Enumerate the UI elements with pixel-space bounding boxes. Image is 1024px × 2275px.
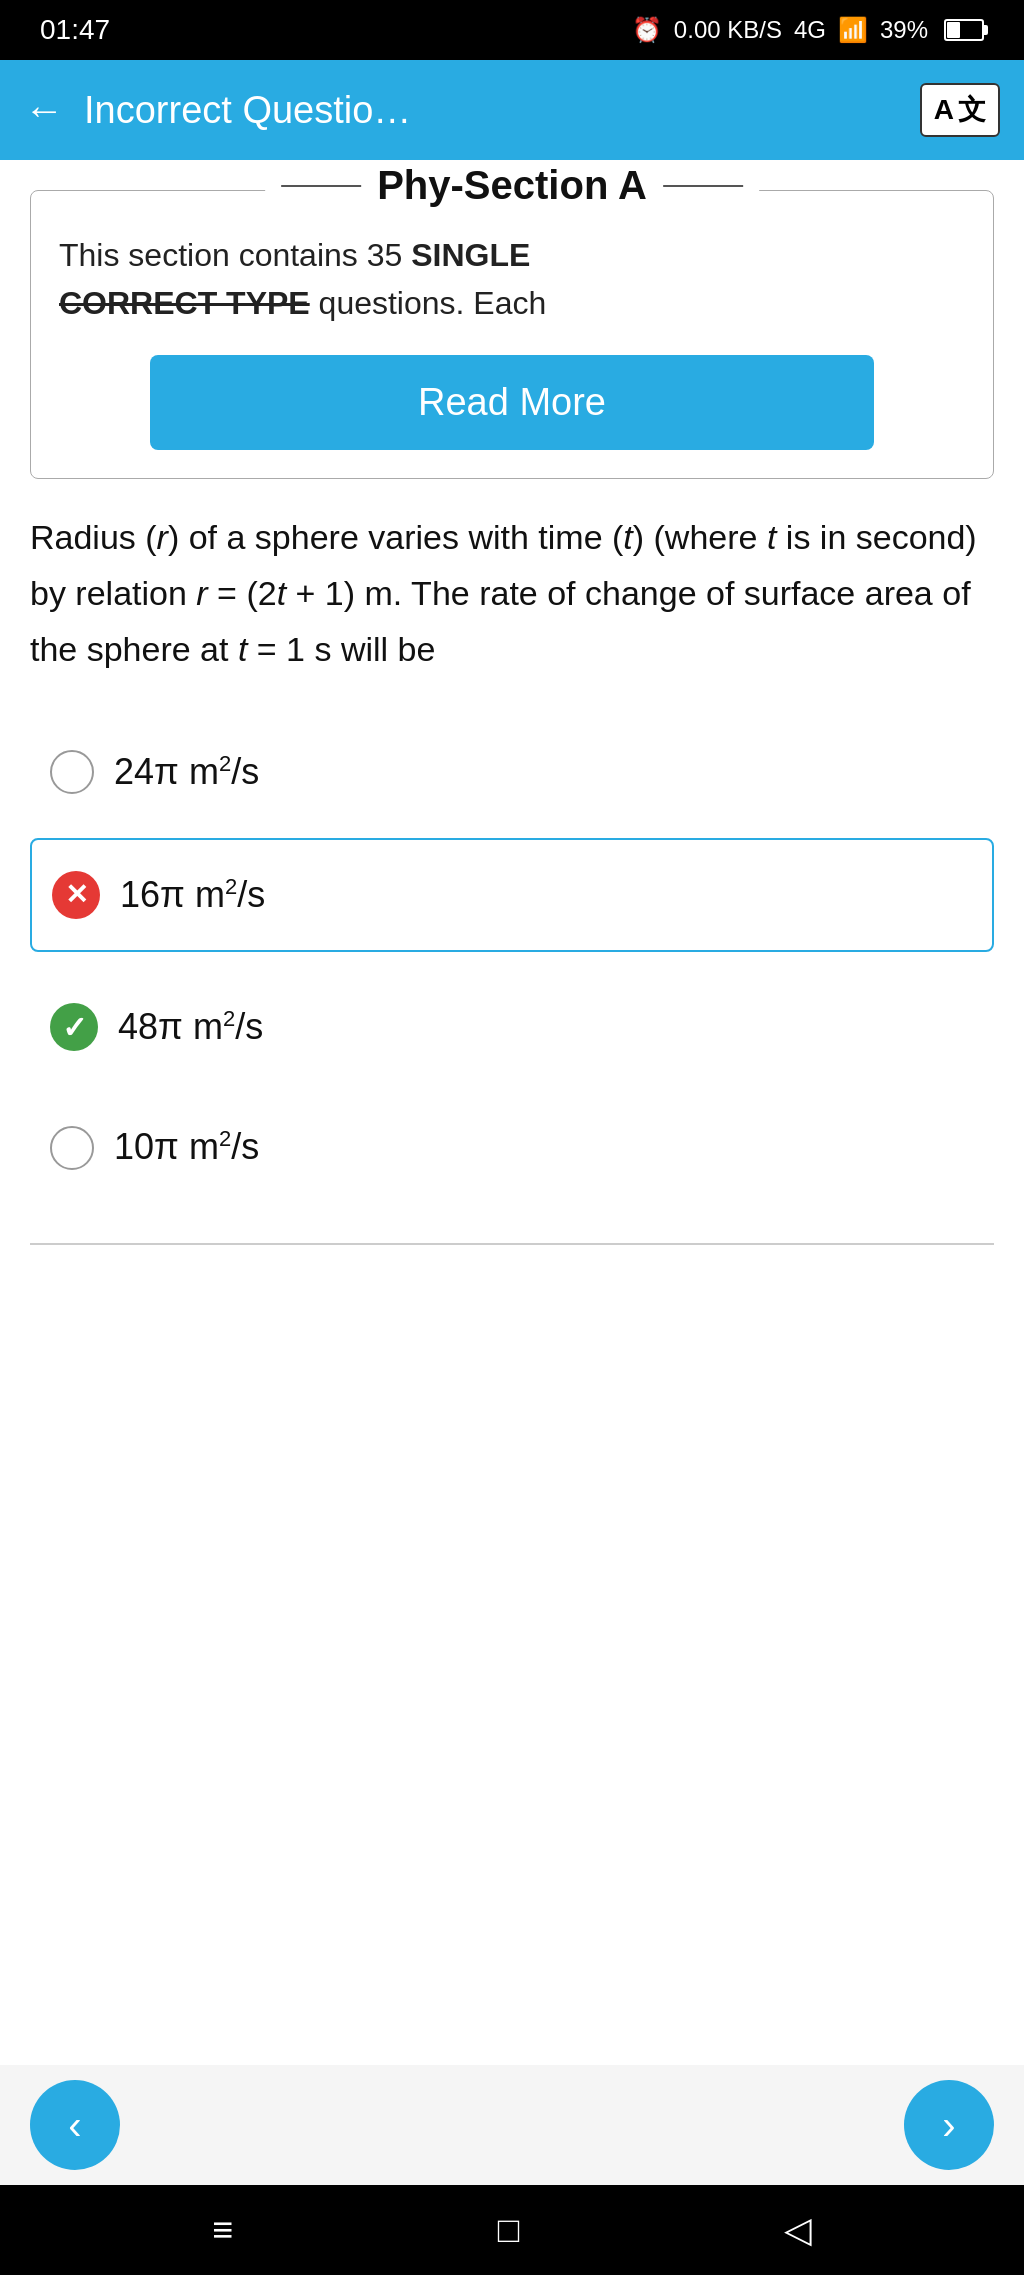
options-container: 24π m2/s 16π m2/s 48π m2/s 10π m2/s	[30, 717, 994, 1203]
home-icon[interactable]: □	[498, 2209, 520, 2251]
status-bar: 01:47 ⏰ 0.00 KB/S 4G 📶 39%	[0, 0, 1024, 60]
network-type: 4G	[794, 16, 826, 44]
question-text: Radius (r) of a sphere varies with time …	[30, 509, 994, 677]
back-icon[interactable]: ◁	[784, 2209, 812, 2251]
radio-a	[50, 750, 94, 794]
section-title-wrapper: Phy-Section A	[265, 163, 759, 208]
bottom-divider	[30, 1243, 994, 1245]
nav-footer: ‹ ›	[0, 2065, 1024, 2185]
back-button[interactable]: ←	[24, 88, 64, 133]
desc-part2: questions. Each	[319, 285, 547, 321]
radio-d	[50, 1126, 94, 1170]
title-line-right	[663, 185, 743, 187]
title-line-left	[281, 185, 361, 187]
menu-icon[interactable]: ≡	[212, 2209, 233, 2251]
status-right: ⏰ 0.00 KB/S 4G 📶 39%	[632, 16, 984, 44]
next-button[interactable]: ›	[904, 2080, 994, 2170]
translate-zh: 文	[958, 91, 986, 129]
section-box: Phy-Section A This section contains 35 S…	[30, 190, 994, 479]
option-a[interactable]: 24π m2/s	[30, 717, 994, 827]
status-time: 01:47	[40, 14, 110, 46]
battery-percent: 39%	[880, 16, 928, 44]
section-description: This section contains 35 SINGLE CORRECT …	[59, 231, 965, 327]
read-more-button[interactable]: Read More	[150, 355, 875, 450]
battery-icon	[944, 19, 984, 41]
system-nav-bar: ≡ □ ◁	[0, 2185, 1024, 2275]
translate-a: A	[934, 94, 954, 126]
app-bar: ← Incorrect Questio… A 文	[0, 60, 1024, 160]
main-content: Phy-Section A This section contains 35 S…	[0, 160, 1024, 2065]
prev-button[interactable]: ‹	[30, 2080, 120, 2170]
option-d-text: 10π m2/s	[114, 1122, 259, 1172]
option-b[interactable]: 16π m2/s	[30, 838, 994, 952]
signal-icon: 📶	[838, 16, 868, 44]
option-c[interactable]: 48π m2/s	[30, 972, 994, 1082]
wrong-icon-b	[52, 871, 100, 919]
app-bar-title: Incorrect Questio…	[84, 89, 900, 132]
desc-part1: This section contains 35	[59, 237, 411, 273]
option-a-text: 24π m2/s	[114, 747, 259, 797]
network-speed: 0.00 KB/S	[674, 16, 782, 44]
option-c-text: 48π m2/s	[118, 1002, 263, 1052]
option-b-text: 16π m2/s	[120, 870, 265, 920]
alarm-icon: ⏰	[632, 16, 662, 44]
desc-bold: SINGLE	[411, 237, 530, 273]
translate-button[interactable]: A 文	[920, 83, 1000, 137]
option-d[interactable]: 10π m2/s	[30, 1092, 994, 1202]
section-title: Phy-Section A	[361, 163, 663, 208]
correct-icon-c	[50, 1003, 98, 1051]
desc-strike: CORRECT TYPE	[59, 285, 310, 321]
